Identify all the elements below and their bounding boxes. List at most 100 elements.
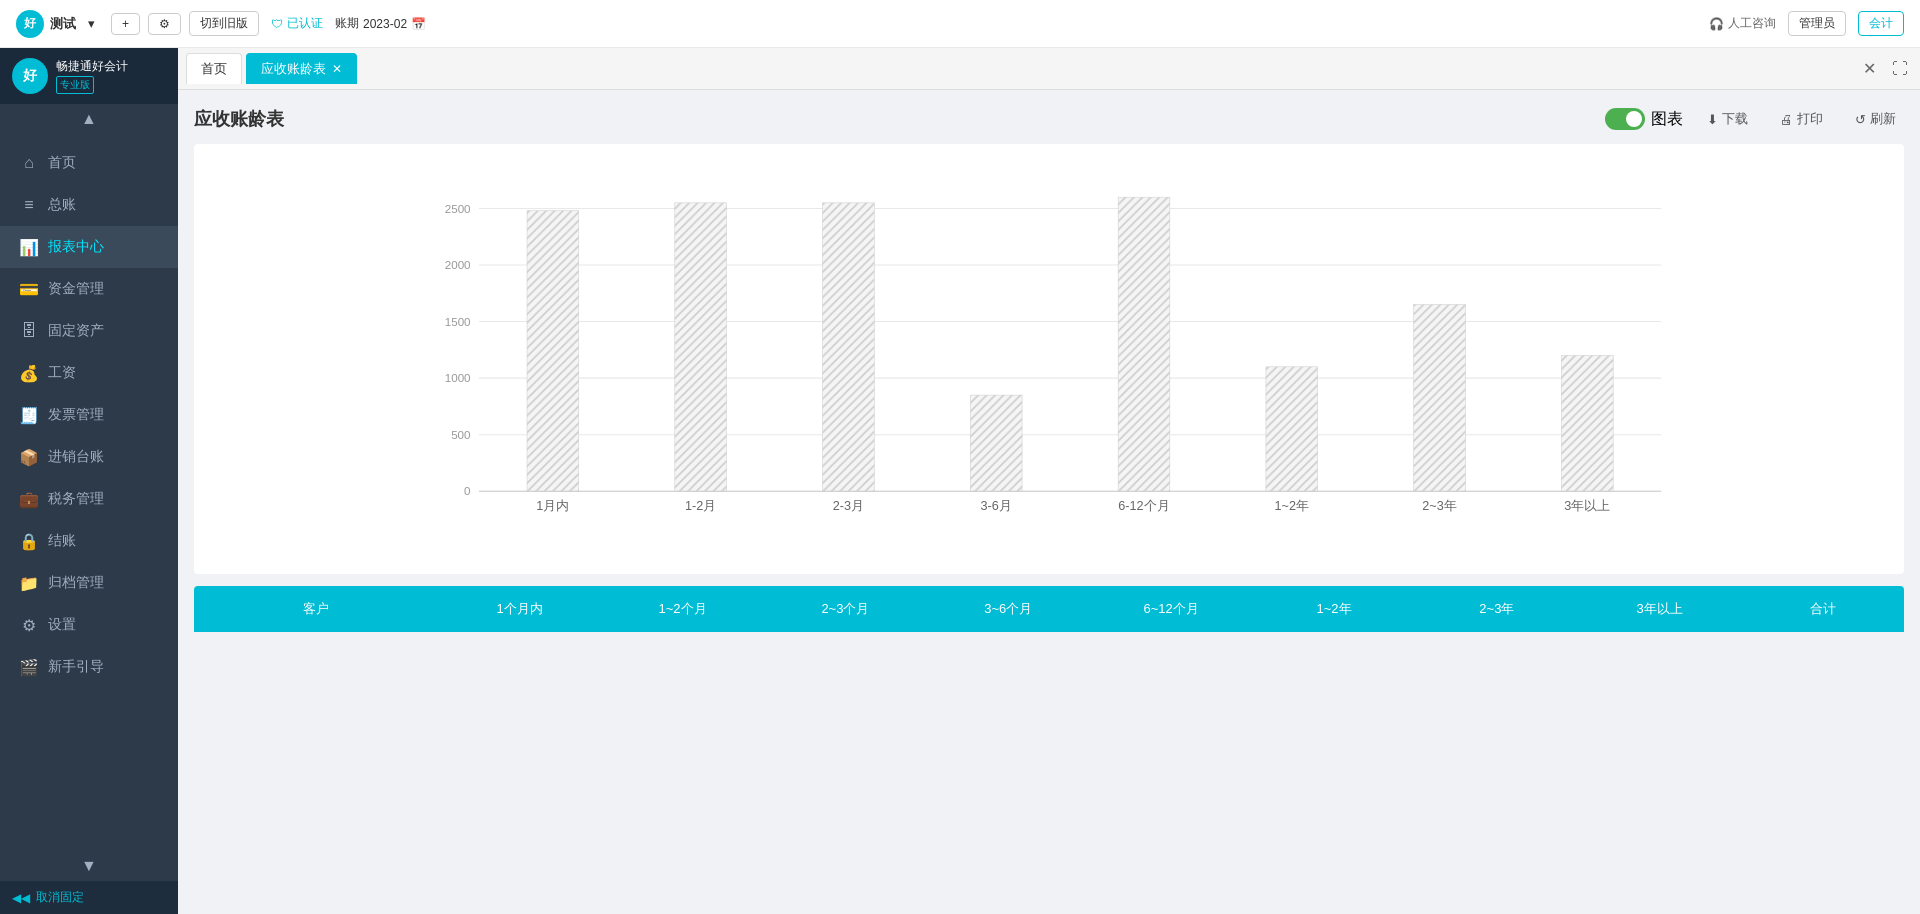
- guide-icon: 🎬: [20, 658, 38, 676]
- expand-window-button[interactable]: ⛶: [1888, 56, 1912, 82]
- table-header-cell: 1~2年: [1253, 586, 1416, 632]
- logo-icon: 好: [16, 10, 44, 38]
- certified-badge: 🛡 已认证: [271, 15, 323, 32]
- sidebar-item-label: 报表中心: [48, 238, 104, 256]
- cancel-fixed-button[interactable]: ◀◀ 取消固定: [0, 881, 178, 914]
- svg-text:3年以上: 3年以上: [1564, 499, 1610, 513]
- consultant-button[interactable]: 🎧 人工咨询: [1709, 15, 1776, 32]
- refresh-button[interactable]: ↺ 刷新: [1847, 106, 1904, 132]
- table-header-cell: 3年以上: [1578, 586, 1741, 632]
- svg-text:2-3月: 2-3月: [833, 499, 864, 513]
- table-header-cell: 3~6个月: [927, 586, 1090, 632]
- svg-text:2~3年: 2~3年: [1422, 499, 1456, 513]
- print-icon: 🖨: [1780, 112, 1793, 127]
- svg-rect-15: [675, 203, 727, 491]
- sidebar-item-label: 总账: [48, 196, 76, 214]
- download-icon: ⬇: [1707, 112, 1718, 127]
- company-name: 好 测试: [16, 10, 76, 38]
- add-button[interactable]: +: [111, 13, 140, 35]
- switch-version-button[interactable]: 切到旧版: [189, 11, 259, 36]
- table-header: 客户1个月内1~2个月2~3个月3~6个月6~12个月1~2年2~3年3年以上合…: [194, 586, 1904, 632]
- table-header-cell: 1~2个月: [601, 586, 764, 632]
- table-header-cell: 合计: [1741, 586, 1904, 632]
- report-actions: 图表 ⬇ 下载 🖨 打印 ↺ 刷新: [1605, 106, 1904, 132]
- chart-toggle-label: 图表: [1651, 109, 1683, 130]
- main-layout: 好 畅捷通好会计 专业版 ▲ ⌂ 首页 ≡ 总账 📊 报表中心 💳 资金管理 🗄…: [0, 48, 1920, 914]
- svg-text:1-2月: 1-2月: [685, 499, 716, 513]
- home-icon: ⌂: [20, 154, 38, 172]
- tab-label-home: 首页: [201, 60, 227, 78]
- ledger-icon: ≡: [20, 196, 38, 214]
- sidebar-item-close[interactable]: 🔒 结账: [0, 520, 178, 562]
- sidebar-item-sales[interactable]: 📦 进销台账: [0, 436, 178, 478]
- sidebar-item-guide[interactable]: 🎬 新手引导: [0, 646, 178, 688]
- manager-button[interactable]: 管理员: [1788, 11, 1846, 36]
- tab-bar-right: ✕ ⛶: [1859, 55, 1912, 82]
- sidebar-item-label: 工资: [48, 364, 76, 382]
- tab-home[interactable]: 首页: [186, 53, 242, 84]
- content-area: 首页应收账龄表✕ ✕ ⛶ 应收账龄表 图表 ⬇ 下载: [178, 48, 1920, 914]
- table-header-cell: 1个月内: [438, 586, 601, 632]
- calendar-icon[interactable]: 📅: [411, 17, 426, 31]
- sidebar: 好 畅捷通好会计 专业版 ▲ ⌂ 首页 ≡ 总账 📊 报表中心 💳 资金管理 🗄…: [0, 48, 178, 914]
- tab-bar: 首页 应收账龄表 ✕ ✕ ⛶: [178, 48, 1920, 90]
- settings-icon: ⚙: [20, 616, 38, 634]
- chart-toggle[interactable]: [1605, 108, 1645, 130]
- table-container: 客户1个月内1~2个月2~3个月3~6个月6~12个月1~2年2~3年3年以上合…: [194, 586, 1904, 632]
- topbar-actions: + ⚙ 切到旧版: [111, 11, 259, 36]
- report-title: 应收账龄表: [194, 107, 284, 131]
- sidebar-item-label: 首页: [48, 154, 76, 172]
- tab-label-aging: 应收账龄表: [261, 60, 326, 78]
- sidebar-item-label: 新手引导: [48, 658, 104, 676]
- settings-button[interactable]: ⚙: [148, 13, 181, 35]
- sidebar-item-tax[interactable]: 💼 税务管理: [0, 478, 178, 520]
- sales-icon: 📦: [20, 448, 38, 466]
- bar-chart: 050010001500200025001月内1-2月2-3月3-6月6-12个…: [214, 164, 1884, 544]
- company-dropdown[interactable]: ▾: [88, 16, 95, 31]
- table-header-cell: 客户: [194, 586, 438, 632]
- svg-text:0: 0: [464, 484, 470, 497]
- sidebar-item-home[interactable]: ⌂ 首页: [0, 142, 178, 184]
- chart-inner: 050010001500200025001月内1-2月2-3月3-6月6-12个…: [214, 164, 1884, 544]
- pin-icon: ◀◀: [12, 891, 30, 905]
- tax-icon: 💼: [20, 490, 38, 508]
- svg-text:2500: 2500: [445, 202, 471, 215]
- svg-rect-21: [1118, 197, 1170, 491]
- sidebar-item-salary[interactable]: 💰 工资: [0, 352, 178, 394]
- asset-icon: 🗄: [20, 322, 38, 340]
- sidebar-item-ledger[interactable]: ≡ 总账: [0, 184, 178, 226]
- sidebar-logo: 好 畅捷通好会计 专业版: [0, 48, 178, 104]
- sidebar-scroll-down[interactable]: ▼: [0, 851, 178, 881]
- sidebar-item-report[interactable]: 📊 报表中心: [0, 226, 178, 268]
- svg-text:3-6月: 3-6月: [981, 499, 1012, 513]
- period-info: 账期 2023-02 📅: [335, 15, 426, 32]
- close-window-button[interactable]: ✕: [1859, 55, 1880, 82]
- accountant-button[interactable]: 会计: [1858, 11, 1904, 36]
- sidebar-item-invoice[interactable]: 🧾 发票管理: [0, 394, 178, 436]
- sidebar-item-label: 资金管理: [48, 280, 104, 298]
- table-header-cell: 2~3年: [1415, 586, 1578, 632]
- sidebar-item-capital[interactable]: 💳 资金管理: [0, 268, 178, 310]
- sidebar-item-settings[interactable]: ⚙ 设置: [0, 604, 178, 646]
- svg-text:6-12个月: 6-12个月: [1118, 499, 1169, 513]
- headset-icon: 🎧: [1709, 17, 1724, 31]
- tab-close-aging[interactable]: ✕: [332, 63, 342, 75]
- sidebar-item-asset[interactable]: 🗄 固定资产: [0, 310, 178, 352]
- sidebar-item-label: 设置: [48, 616, 76, 634]
- sidebar-nav: ⌂ 首页 ≡ 总账 📊 报表中心 💳 资金管理 🗄 固定资产 💰 工资 🧾 发票…: [0, 134, 178, 851]
- sidebar-item-archive[interactable]: 📁 归档管理: [0, 562, 178, 604]
- archive-icon: 📁: [20, 574, 38, 592]
- sidebar-logo-icon: 好: [12, 58, 48, 94]
- capital-icon: 💳: [20, 280, 38, 298]
- print-button[interactable]: 🖨 打印: [1772, 106, 1831, 132]
- sidebar-item-label: 税务管理: [48, 490, 104, 508]
- svg-text:1500: 1500: [445, 315, 471, 328]
- svg-rect-13: [527, 211, 579, 491]
- svg-text:2000: 2000: [445, 258, 471, 271]
- report-header: 应收账龄表 图表 ⬇ 下载 🖨 打印 ↺: [194, 106, 1904, 132]
- download-button[interactable]: ⬇ 下载: [1699, 106, 1756, 132]
- sidebar-scroll-up[interactable]: ▲: [0, 104, 178, 134]
- sidebar-logo-text: 畅捷通好会计: [56, 58, 128, 75]
- svg-rect-27: [1561, 356, 1613, 492]
- tab-aging[interactable]: 应收账龄表 ✕: [246, 53, 357, 84]
